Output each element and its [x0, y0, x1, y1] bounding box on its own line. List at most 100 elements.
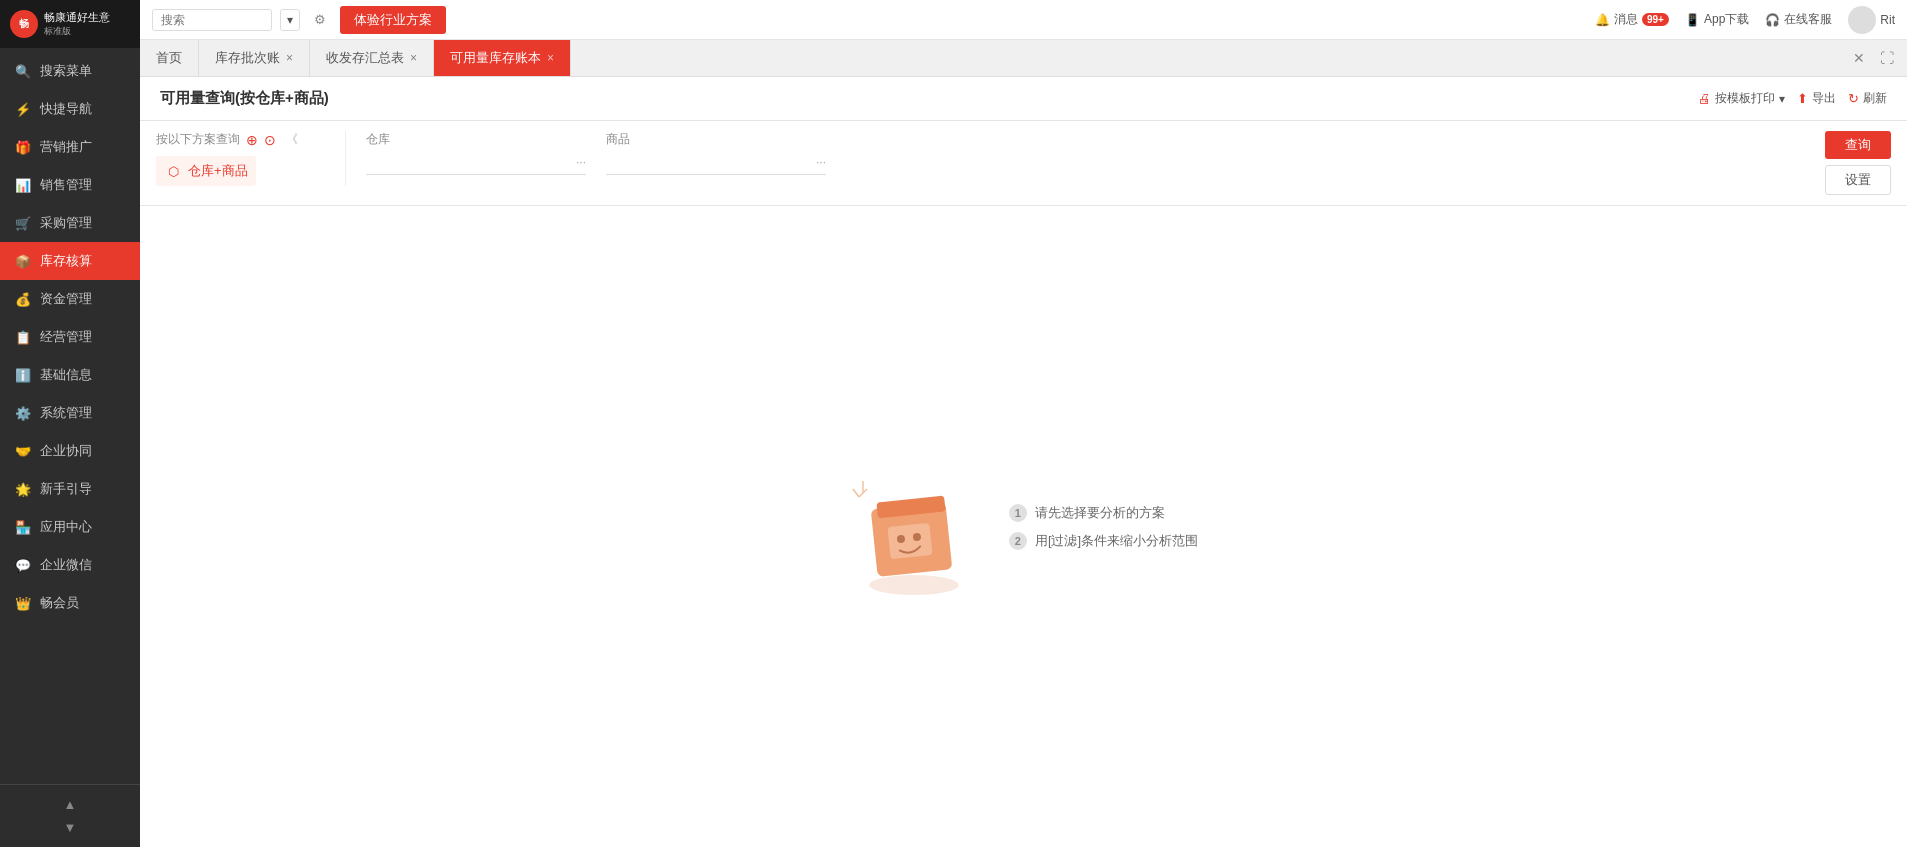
messages-label: 消息 [1614, 11, 1638, 28]
system-icon: ⚙️ [14, 404, 32, 422]
trial-button[interactable]: 体验行业方案 [340, 6, 446, 34]
tab-expand-btn[interactable]: ⛶ [1875, 46, 1899, 70]
warehouse-input[interactable] [366, 152, 570, 171]
topbar-right: 🔔 消息 99+ 📱 App下载 🎧 在线客服 Rit [1595, 6, 1895, 34]
product-dots-btn[interactable]: ··· [816, 155, 826, 169]
warehouse-input-wrapper: ··· [366, 152, 586, 175]
tip-num-2: 2 [1009, 532, 1027, 550]
tab-summary[interactable]: 收发存汇总表 × [310, 40, 434, 76]
refresh-icon: ↻ [1848, 91, 1859, 106]
sidebar-item-shortcut[interactable]: ⚡快捷导航 [0, 90, 140, 128]
scroll-down-btn[interactable]: ▼ [0, 816, 140, 839]
topbar-search [152, 9, 272, 31]
tip-text-1: 请先选择要分析的方案 [1035, 504, 1165, 522]
filter-left: 按以下方案查询 ⊕ ⊙ 《 ⬡ 仓库+商品 [156, 131, 346, 186]
refresh-btn[interactable]: ↻ 刷新 [1848, 90, 1887, 107]
product-input-wrapper: ··· [606, 152, 826, 175]
search-icon: 🔍 [14, 62, 32, 80]
filter-option-warehouse-product[interactable]: ⬡ 仓库+商品 [156, 156, 256, 186]
query-button[interactable]: 查询 [1825, 131, 1891, 159]
filter-add-btn[interactable]: ⊕ [246, 132, 258, 148]
sidebar-item-label-business: 经营管理 [40, 328, 92, 346]
online-service-btn[interactable]: 🎧 在线客服 [1765, 11, 1832, 28]
print-icon: 🖨 [1698, 91, 1711, 106]
scroll-up-btn[interactable]: ▲ [0, 793, 140, 816]
sidebar-item-purchase[interactable]: 🛒采购管理 [0, 204, 140, 242]
warehouse-dots-btn[interactable]: ··· [576, 155, 586, 169]
app-download-btn[interactable]: 📱 App下载 [1685, 11, 1749, 28]
brand-name: 畅康通好生意 [44, 10, 110, 25]
purchase-icon: 🛒 [14, 214, 32, 232]
brand-logo: 畅 [10, 10, 38, 38]
sidebar-item-label-sales: 销售管理 [40, 176, 92, 194]
sidebar-item-appstore[interactable]: 🏪应用中心 [0, 508, 140, 546]
tab-batch-label: 库存批次账 [215, 49, 280, 67]
sidebar-item-search[interactable]: 🔍搜索菜单 [0, 52, 140, 90]
brand-badge: 标准版 [44, 25, 110, 38]
print-btn[interactable]: 🖨 按模板打印 ▾ [1698, 90, 1785, 107]
sidebar-item-sales[interactable]: 📊销售管理 [0, 166, 140, 204]
page-actions: 🖨 按模板打印 ▾ ⬆ 导出 ↻ 刷新 [1698, 90, 1887, 107]
empty-tip-2: 2 用[过滤]条件来缩小分析范围 [1009, 532, 1198, 550]
product-input[interactable] [606, 152, 810, 171]
inventory-icon: 📦 [14, 252, 32, 270]
print-dropdown-icon[interactable]: ▾ [1779, 92, 1785, 106]
phone-icon: 📱 [1685, 13, 1700, 27]
sidebar-item-label-appstore: 应用中心 [40, 518, 92, 536]
filter-settings-btn[interactable]: ⊙ [264, 132, 276, 148]
sidebar-item-label-shortcut: 快捷导航 [40, 100, 92, 118]
tab-available-close[interactable]: × [547, 52, 554, 64]
filter-area: 按以下方案查询 ⊕ ⊙ 《 ⬡ 仓库+商品 仓库 ··· [140, 121, 1907, 206]
warehouse-label: 仓库 [366, 131, 586, 148]
sidebar-item-enterprise[interactable]: 🤝企业协同 [0, 432, 140, 470]
sidebar-item-wechat[interactable]: 💬企业微信 [0, 546, 140, 584]
marketing-icon: 🎁 [14, 138, 32, 156]
tab-summary-label: 收发存汇总表 [326, 49, 404, 67]
tab-batch[interactable]: 库存批次账 × [199, 40, 310, 76]
main-area: ▾ ⚙ 体验行业方案 🔔 消息 99+ 📱 App下载 🎧 在线客服 Rit [140, 0, 1907, 847]
online-service-label: 在线客服 [1784, 11, 1832, 28]
member-icon: 👑 [14, 594, 32, 612]
tab-batch-close[interactable]: × [286, 52, 293, 64]
sidebar-item-marketing[interactable]: 🎁营销推广 [0, 128, 140, 166]
topbar-dropdown[interactable]: ▾ [280, 9, 300, 31]
page-title: 可用量查询(按仓库+商品) [160, 89, 329, 108]
sidebar-item-finance[interactable]: 💰资金管理 [0, 280, 140, 318]
sidebar-item-newbie[interactable]: 🌟新手引导 [0, 470, 140, 508]
sidebar-item-label-system: 系统管理 [40, 404, 92, 422]
tab-summary-close[interactable]: × [410, 52, 417, 64]
content-area: 可用量查询(按仓库+商品) 🖨 按模板打印 ▾ ⬆ 导出 ↻ 刷新 [140, 77, 1907, 847]
filter-label-text: 按以下方案查询 [156, 131, 240, 148]
sidebar-item-member[interactable]: 👑 畅会员 [0, 584, 140, 622]
filter-option-label: 仓库+商品 [188, 162, 248, 180]
filter-collapse-btn[interactable]: 《 [286, 131, 298, 148]
sidebar-item-label-wechat: 企业微信 [40, 556, 92, 574]
sidebar-item-business[interactable]: 📋经营管理 [0, 318, 140, 356]
user-name: Rit [1880, 13, 1895, 27]
search-input[interactable] [152, 9, 272, 31]
messages-btn[interactable]: 🔔 消息 99+ [1595, 11, 1669, 28]
tip-num-1: 1 [1009, 504, 1027, 522]
print-label: 按模板打印 [1715, 90, 1775, 107]
svg-rect-3 [887, 522, 932, 558]
user-avatar-btn[interactable]: Rit [1848, 6, 1895, 34]
sidebar-header: 畅 畅康通好生意 标准版 [0, 0, 140, 48]
product-field: 商品 ··· [606, 131, 826, 175]
basic-icon: ℹ️ [14, 366, 32, 384]
sidebar-item-inventory[interactable]: 📦库存核算 [0, 242, 140, 280]
sidebar-item-label-member: 畅会员 [40, 594, 79, 612]
export-btn[interactable]: ⬆ 导出 [1797, 90, 1836, 107]
export-icon: ⬆ [1797, 91, 1808, 106]
tab-available[interactable]: 可用量库存账本 × [434, 40, 571, 76]
sidebar-item-basic[interactable]: ℹ️基础信息 [0, 356, 140, 394]
tab-home[interactable]: 首页 [140, 40, 199, 76]
sidebar-bottom: ▲ ▼ [0, 784, 140, 847]
filter-label: 按以下方案查询 ⊕ ⊙ 《 [156, 131, 298, 148]
sidebar-item-system[interactable]: ⚙️ 系统管理 [0, 394, 140, 432]
tab-close-all-btn[interactable]: ✕ [1847, 46, 1871, 70]
sidebar-nav: 🔍搜索菜单⚡快捷导航🎁营销推广📊销售管理🛒采购管理📦库存核算💰资金管理📋经营管理… [0, 48, 140, 784]
tabs-actions: ✕ ⛶ [1847, 46, 1907, 70]
settings-button[interactable]: 设置 [1825, 165, 1891, 195]
gear-icon[interactable]: ⚙ [308, 8, 332, 32]
svg-line-8 [853, 489, 859, 497]
